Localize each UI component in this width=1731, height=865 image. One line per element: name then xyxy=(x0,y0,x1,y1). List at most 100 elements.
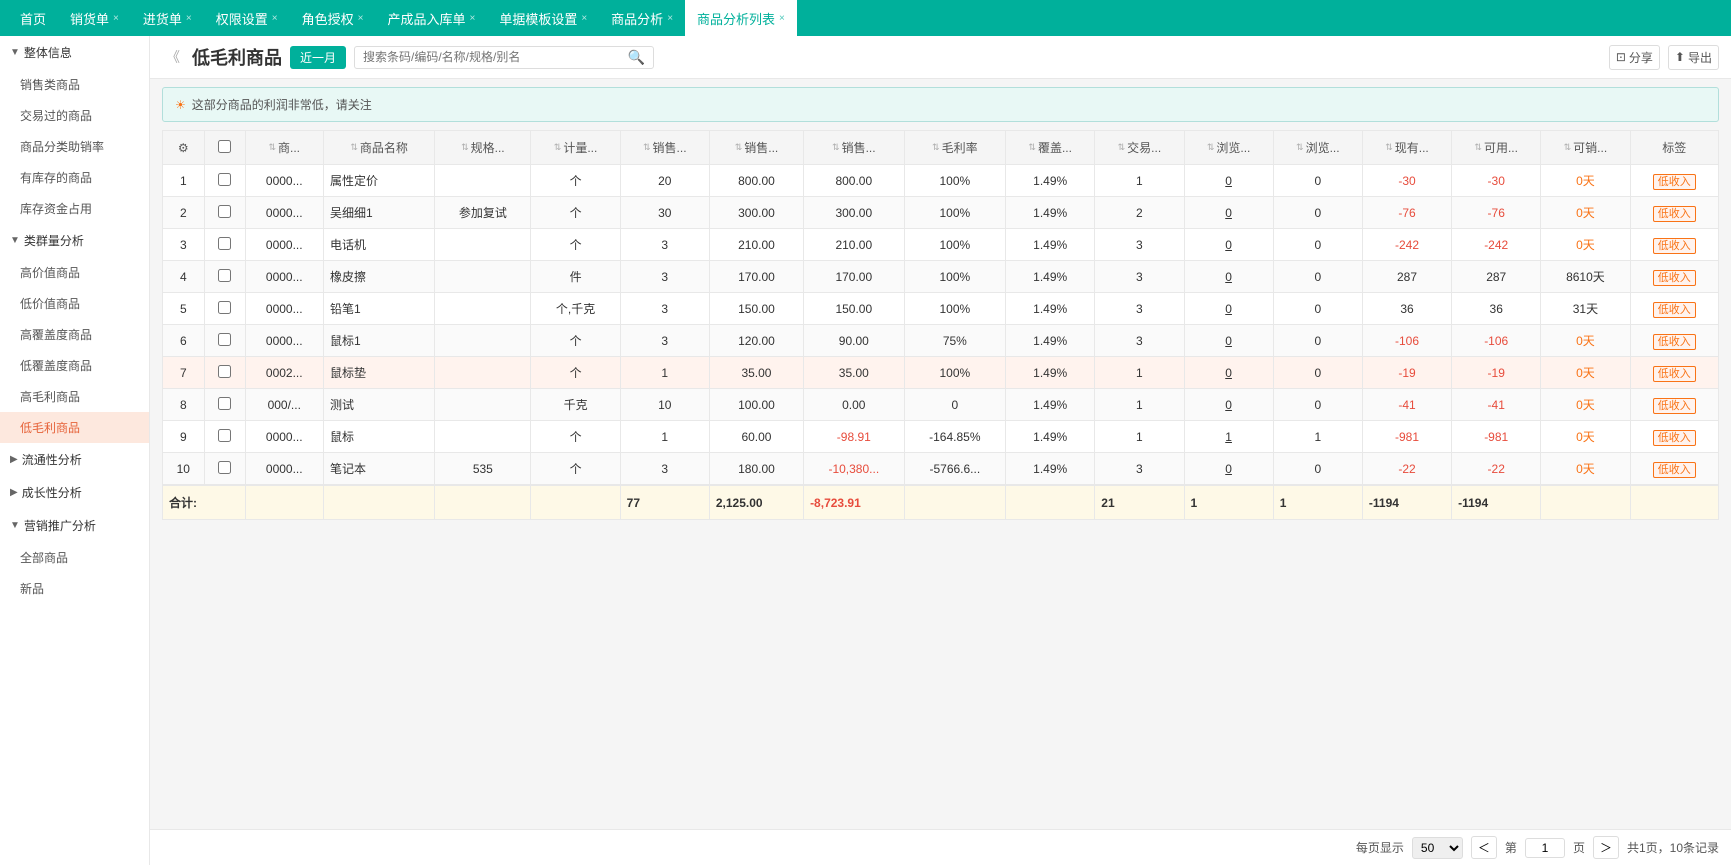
select-all-checkbox[interactable] xyxy=(218,140,231,153)
per-page-select[interactable]: 50 10 20 100 xyxy=(1412,837,1463,859)
col-current-stock[interactable]: ⇅现有... xyxy=(1362,131,1451,165)
row-checkbox[interactable] xyxy=(218,301,231,314)
export-button[interactable]: ⬆ 导出 xyxy=(1668,45,1719,70)
sidebar-item-low-margin[interactable]: 低毛利商品 xyxy=(0,412,149,443)
sidebar-item-in-stock-goods[interactable]: 有库存的商品 xyxy=(0,162,149,193)
cell-checkbox[interactable] xyxy=(204,453,245,486)
close-icon[interactable]: × xyxy=(581,13,587,24)
nav-template-settings[interactable]: 单据模板设置 × xyxy=(487,0,599,36)
close-icon[interactable]: × xyxy=(358,13,364,24)
search-icon[interactable]: 🔍 xyxy=(628,49,645,66)
sidebar-item-low-coverage[interactable]: 低覆盖度商品 xyxy=(0,350,149,381)
cell-view1[interactable]: 0 xyxy=(1184,357,1273,389)
col-view2[interactable]: ⇅浏览... xyxy=(1273,131,1362,165)
cell-checkbox[interactable] xyxy=(204,165,245,197)
col-unit[interactable]: ⇅计量... xyxy=(531,131,620,165)
row-checkbox[interactable] xyxy=(218,461,231,474)
close-icon[interactable]: × xyxy=(186,13,192,24)
close-icon[interactable]: × xyxy=(779,13,785,24)
row-checkbox[interactable] xyxy=(218,173,231,186)
cell-checkbox[interactable] xyxy=(204,325,245,357)
col-settings[interactable]: ⚙ xyxy=(163,131,205,165)
cell-checkbox[interactable] xyxy=(204,357,245,389)
col-sales-amount[interactable]: ⇅销售... xyxy=(804,131,905,165)
col-coverage[interactable]: ⇅覆盖... xyxy=(1006,131,1095,165)
cell-checkbox[interactable] xyxy=(204,293,245,325)
col-tag[interactable]: 标签 xyxy=(1630,131,1718,165)
cell-view1[interactable]: 0 xyxy=(1184,453,1273,486)
sidebar-item-low-value[interactable]: 低价值商品 xyxy=(0,288,149,319)
nav-home[interactable]: 首页 xyxy=(8,0,58,36)
cell-view1[interactable]: 1 xyxy=(1184,421,1273,453)
cell-checkbox[interactable] xyxy=(204,261,245,293)
sidebar-group-liquidity-analysis[interactable]: ▶ 流通性分析 xyxy=(0,443,149,476)
row-checkbox[interactable] xyxy=(218,205,231,218)
cell-checkbox[interactable] xyxy=(204,197,245,229)
row-checkbox[interactable] xyxy=(218,397,231,410)
sidebar-item-high-margin[interactable]: 高毛利商品 xyxy=(0,381,149,412)
cell-num: 5 xyxy=(163,293,205,325)
sidebar-item-stock-capital[interactable]: 库存资金占用 xyxy=(0,193,149,224)
nav-product-analysis[interactable]: 商品分析 × xyxy=(599,0,685,36)
row-checkbox[interactable] xyxy=(218,269,231,282)
cell-view1[interactable]: 0 xyxy=(1184,325,1273,357)
sidebar-item-traded-goods[interactable]: 交易过的商品 xyxy=(0,100,149,131)
col-code[interactable]: ⇅商... xyxy=(245,131,323,165)
nav-purchase-order[interactable]: 进货单 × xyxy=(131,0,204,36)
sidebar-item-high-coverage[interactable]: 高覆盖度商品 xyxy=(0,319,149,350)
cell-view1[interactable]: 0 xyxy=(1184,197,1273,229)
sidebar-collapse-button[interactable]: 《 xyxy=(162,45,184,69)
col-gross-margin[interactable]: ⇅毛利率 xyxy=(904,131,1006,165)
share-button[interactable]: ⊡ 分享 xyxy=(1609,45,1660,70)
cell-view1[interactable]: 0 xyxy=(1184,261,1273,293)
col-view1[interactable]: ⇅浏览... xyxy=(1184,131,1273,165)
sidebar-group-cluster-analysis[interactable]: ▼ 类群量分析 xyxy=(0,224,149,257)
page-input[interactable] xyxy=(1525,838,1565,858)
cell-unit: 个 xyxy=(531,229,620,261)
cell-checkbox[interactable] xyxy=(204,389,245,421)
close-icon[interactable]: × xyxy=(667,13,673,24)
nav-product-analysis-list[interactable]: 商品分析列表 × xyxy=(685,0,797,36)
prev-page-button[interactable]: ＜ xyxy=(1471,836,1497,859)
nav-sales-order[interactable]: 销货单 × xyxy=(58,0,131,36)
col-available[interactable]: ⇅可用... xyxy=(1452,131,1541,165)
cell-view1[interactable]: 0 xyxy=(1184,389,1273,421)
search-input[interactable] xyxy=(363,50,628,64)
cell-checkbox[interactable] xyxy=(204,421,245,453)
sidebar-group-overall-info[interactable]: ▼ 整体信息 xyxy=(0,36,149,69)
cell-available: -76 xyxy=(1452,197,1541,229)
sidebar-item-all-goods[interactable]: 全部商品 xyxy=(0,542,149,573)
row-checkbox[interactable] xyxy=(218,429,231,442)
row-checkbox[interactable] xyxy=(218,365,231,378)
totals-label: 合计: xyxy=(163,485,246,520)
cell-view1[interactable]: 0 xyxy=(1184,165,1273,197)
sidebar-item-new-goods[interactable]: 新品 xyxy=(0,573,149,604)
period-button[interactable]: 近一月 xyxy=(290,46,346,69)
sidebar-item-high-value[interactable]: 高价值商品 xyxy=(0,257,149,288)
sidebar-group-marketing-analysis[interactable]: ▼ 营销推广分析 xyxy=(0,509,149,542)
cell-view1[interactable]: 0 xyxy=(1184,293,1273,325)
sidebar-item-sales-goods[interactable]: 销售类商品 xyxy=(0,69,149,100)
sidebar-item-category-rate[interactable]: 商品分类助销率 xyxy=(0,131,149,162)
row-checkbox[interactable] xyxy=(218,237,231,250)
close-icon[interactable]: × xyxy=(272,13,278,24)
col-sales-price[interactable]: ⇅销售... xyxy=(709,131,803,165)
nav-product-inbound[interactable]: 产成品入库单 × xyxy=(375,0,487,36)
col-transaction[interactable]: ⇅交易... xyxy=(1095,131,1184,165)
col-spec[interactable]: ⇅规格... xyxy=(435,131,531,165)
cell-view1[interactable]: 0 xyxy=(1184,229,1273,261)
col-sellable[interactable]: ⇅可销... xyxy=(1541,131,1630,165)
next-page-button[interactable]: ＞ xyxy=(1593,836,1619,859)
search-box: 🔍 xyxy=(354,46,654,69)
col-checkbox[interactable] xyxy=(204,131,245,165)
col-sales-qty[interactable]: ⇅销售... xyxy=(620,131,709,165)
totals-available: -1194 xyxy=(1452,485,1541,520)
nav-permissions[interactable]: 权限设置 × xyxy=(204,0,290,36)
col-name[interactable]: ⇅商品名称 xyxy=(323,131,434,165)
cell-checkbox[interactable] xyxy=(204,229,245,261)
close-icon[interactable]: × xyxy=(113,13,119,24)
close-icon[interactable]: × xyxy=(469,13,475,24)
sidebar-group-growth-analysis[interactable]: ▶ 成长性分析 xyxy=(0,476,149,509)
row-checkbox[interactable] xyxy=(218,333,231,346)
nav-role-auth[interactable]: 角色授权 × xyxy=(290,0,376,36)
